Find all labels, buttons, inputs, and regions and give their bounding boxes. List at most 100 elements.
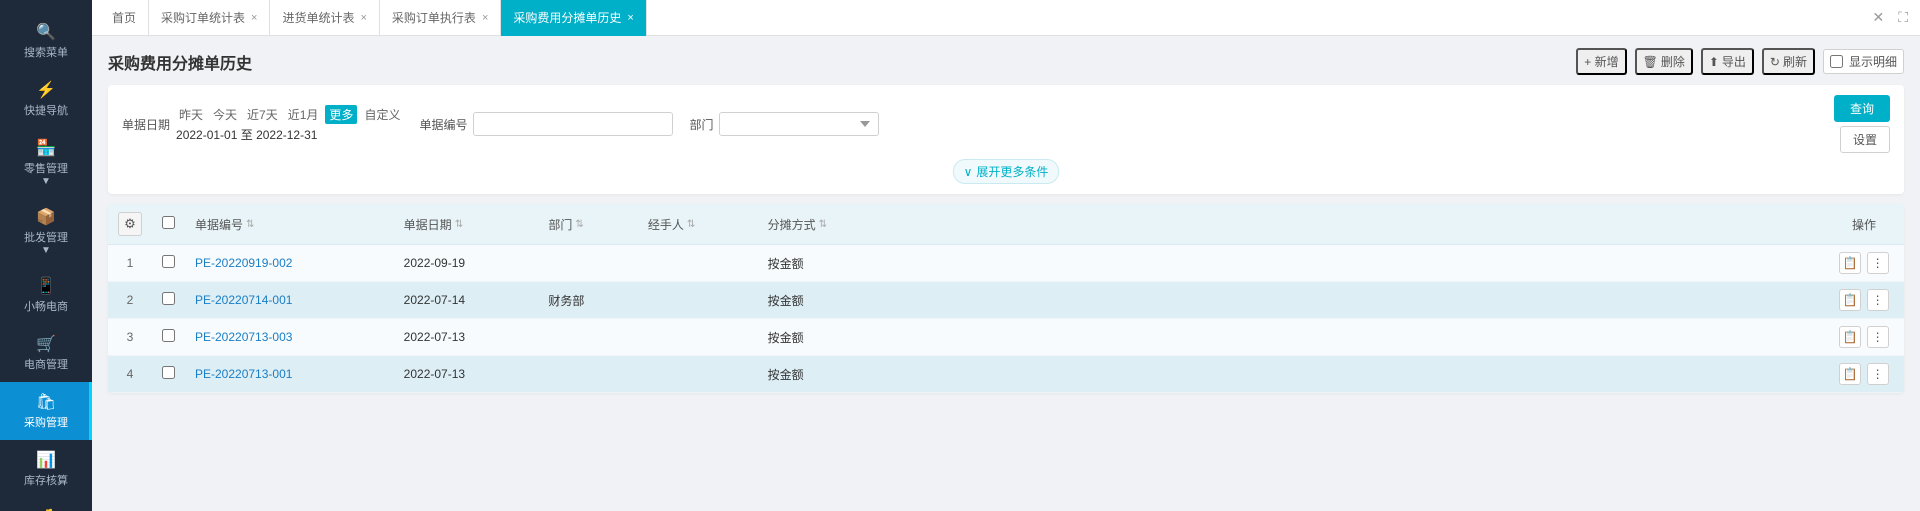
col-ops-header: 操作 xyxy=(1824,204,1904,245)
doc-no-link-3[interactable]: PE-20220713-001 xyxy=(195,367,292,381)
doc-no-filter: 单据编号 xyxy=(419,112,673,136)
row-edit-btn-3[interactable]: 📋 xyxy=(1839,363,1861,385)
tab-close-purchase-order-stats[interactable]: × xyxy=(251,12,257,24)
dept-sort-icon: ⇅ xyxy=(575,219,583,230)
doc-date-sort[interactable]: 单据日期 ⇅ xyxy=(404,216,463,233)
handler-sort[interactable]: 经手人 ⇅ xyxy=(648,216,695,233)
row-doc-date-3: 2022-07-13 xyxy=(394,356,539,393)
sidebar-item-retail[interactable]: 🏪 零售管理 ▼ xyxy=(0,128,92,197)
row-split-method-1: 按金额 xyxy=(758,282,1824,319)
yesterday-shortcut[interactable]: 昨天 xyxy=(176,105,206,124)
settings-button[interactable]: 设置 xyxy=(1840,126,1890,153)
table-setting-icon[interactable]: ⚙ xyxy=(118,212,142,236)
add-button[interactable]: + 新增 xyxy=(1576,48,1626,75)
row-num-1: 2 xyxy=(108,282,152,319)
query-button[interactable]: 查询 xyxy=(1834,95,1890,122)
sidebar-item-inventory[interactable]: 📊 库存核算 xyxy=(0,440,92,498)
tab-close-purchase-cost-split[interactable]: × xyxy=(627,12,633,24)
filter-expand: ∨ 展开更多条件 xyxy=(122,159,1890,184)
doc-no-sort[interactable]: 单据编号 ⇅ xyxy=(195,216,254,233)
row-dept-1: 财务部 xyxy=(538,282,638,319)
sidebar-icon-shortcut: ⚡ xyxy=(0,80,92,100)
sidebar-label-shortcut: 快捷导航 xyxy=(0,102,92,118)
sidebar-icon-inventory: 📊 xyxy=(0,450,92,470)
chevron-icon-wholesale: ▼ xyxy=(0,245,92,256)
window-maximize-icon[interactable]: ⛶ xyxy=(1894,7,1912,28)
tab-label-purchase-order-exec: 采购订单执行表 xyxy=(392,9,476,26)
table-header-row: ⚙ 单据编号 ⇅ 单据日期 xyxy=(108,204,1904,245)
sidebar-label-ecommerce-mini: 小畅电商 xyxy=(0,298,92,314)
row-num-3: 4 xyxy=(108,356,152,393)
content-area: 采购费用分摊单历史 + 新增 🗑 删除 ⬆ 导出 ↻ 刷新 显示明细 xyxy=(92,36,1920,511)
date-range-value: 2022-01-01 至 2022-12-31 xyxy=(176,126,403,143)
refresh-icon: ↻ xyxy=(1770,55,1780,69)
sidebar-icon-search: 🔍 xyxy=(0,22,92,42)
sidebar-label-inventory: 库存核算 xyxy=(0,472,92,488)
row-checkbox-1[interactable] xyxy=(162,292,175,305)
doc-no-link-0[interactable]: PE-20220919-002 xyxy=(195,256,292,270)
row-edit-btn-2[interactable]: 📋 xyxy=(1839,326,1861,348)
custom-shortcut[interactable]: 自定义 xyxy=(361,105,403,124)
sidebar-item-purchase[interactable]: 🛍 采购管理 xyxy=(0,382,92,440)
row-more-btn-2[interactable]: ⋮ xyxy=(1867,326,1889,348)
sidebar-item-wholesale[interactable]: 📦 批发管理 ▼ xyxy=(0,197,92,266)
delete-button[interactable]: 🗑 删除 xyxy=(1635,48,1693,75)
export-button[interactable]: ⬆ 导出 xyxy=(1701,48,1754,75)
tab-label-stock-in-stats: 进货单统计表 xyxy=(282,9,354,26)
doc-no-sort-icon: ⇅ xyxy=(246,219,254,230)
today-shortcut[interactable]: 今天 xyxy=(210,105,240,124)
window-close-icon[interactable]: ✕ xyxy=(1868,7,1888,28)
page-actions: + 新增 🗑 删除 ⬆ 导出 ↻ 刷新 显示明细 xyxy=(1576,48,1904,75)
col-handler-header: 经手人 ⇅ xyxy=(638,204,758,245)
doc-no-link-2[interactable]: PE-20220713-003 xyxy=(195,330,292,344)
col-doc-date-header: 单据日期 ⇅ xyxy=(394,204,539,245)
row-doc-date-1: 2022-07-14 xyxy=(394,282,539,319)
row-checkbox-0[interactable] xyxy=(162,255,175,268)
sidebar-item-shortcut[interactable]: ⚡ 快捷导航 xyxy=(0,70,92,128)
row-dept-3 xyxy=(538,356,638,393)
trash-icon: 🗑 xyxy=(1643,55,1658,69)
more-shortcut[interactable]: 更多 xyxy=(325,105,357,124)
refresh-button[interactable]: ↻ 刷新 xyxy=(1762,48,1815,75)
sidebar-item-finance[interactable]: 💰 资金管理 xyxy=(0,498,92,511)
row-checkbox-2[interactable] xyxy=(162,329,175,342)
table-row: 1 PE-20220919-002 2022-09-19 按金额 📋 ⋮ xyxy=(108,245,1904,282)
tab-close-stock-in-stats[interactable]: × xyxy=(360,12,366,24)
col-setting: ⚙ xyxy=(108,204,152,245)
tab-purchase-order-stats[interactable]: 采购订单统计表× xyxy=(149,0,270,36)
row-more-btn-0[interactable]: ⋮ xyxy=(1867,252,1889,274)
sidebar-label-search: 搜索菜单 xyxy=(0,44,92,60)
expand-button[interactable]: ∨ 展开更多条件 xyxy=(953,159,1060,184)
tab-purchase-cost-split[interactable]: 采购费用分摊单历史× xyxy=(501,0,646,36)
sidebar-item-ecommerce-mini[interactable]: 📱 小畅电商 xyxy=(0,266,92,324)
row-edit-btn-1[interactable]: 📋 xyxy=(1839,289,1861,311)
show-cols-checkbox[interactable] xyxy=(1830,55,1843,68)
doc-no-input[interactable] xyxy=(473,112,673,136)
row-ops-2: 📋 ⋮ xyxy=(1824,319,1904,356)
dept-sort[interactable]: 部门 ⇅ xyxy=(548,216,583,233)
doc-no-link-1[interactable]: PE-20220714-001 xyxy=(195,293,292,307)
show-cols-button[interactable]: 显示明细 xyxy=(1823,49,1904,74)
7days-shortcut[interactable]: 近7天 xyxy=(244,105,281,124)
chevron-down-icon: ∨ xyxy=(964,165,973,179)
chevron-icon-retail: ▼ xyxy=(0,176,92,187)
row-handler-2 xyxy=(638,319,758,356)
tab-stock-in-stats[interactable]: 进货单统计表 × xyxy=(270,0,379,36)
row-split-method-2: 按金额 xyxy=(758,319,1824,356)
row-edit-btn-0[interactable]: 📋 xyxy=(1839,252,1861,274)
handler-sort-icon: ⇅ xyxy=(687,219,695,230)
sidebar-item-ecommerce[interactable]: 🛒 电商管理 xyxy=(0,324,92,382)
tab-close-purchase-order-exec[interactable]: × xyxy=(482,12,488,24)
tab-home[interactable]: 首页 xyxy=(100,0,149,36)
select-all-checkbox[interactable] xyxy=(162,216,175,229)
split-method-sort[interactable]: 分摊方式 ⇅ xyxy=(768,216,827,233)
dept-select[interactable]: 财务部 xyxy=(719,112,879,136)
row-checkbox-3[interactable] xyxy=(162,366,175,379)
1month-shortcut[interactable]: 近1月 xyxy=(285,105,322,124)
sidebar-item-search[interactable]: 🔍 搜索菜单 xyxy=(0,12,92,70)
row-more-btn-3[interactable]: ⋮ xyxy=(1867,363,1889,385)
row-more-btn-1[interactable]: ⋮ xyxy=(1867,289,1889,311)
filter-right-group: 查询 设置 xyxy=(1834,95,1890,153)
row-ops-0: 📋 ⋮ xyxy=(1824,245,1904,282)
tab-purchase-order-exec[interactable]: 采购订单执行表 × xyxy=(380,0,501,36)
